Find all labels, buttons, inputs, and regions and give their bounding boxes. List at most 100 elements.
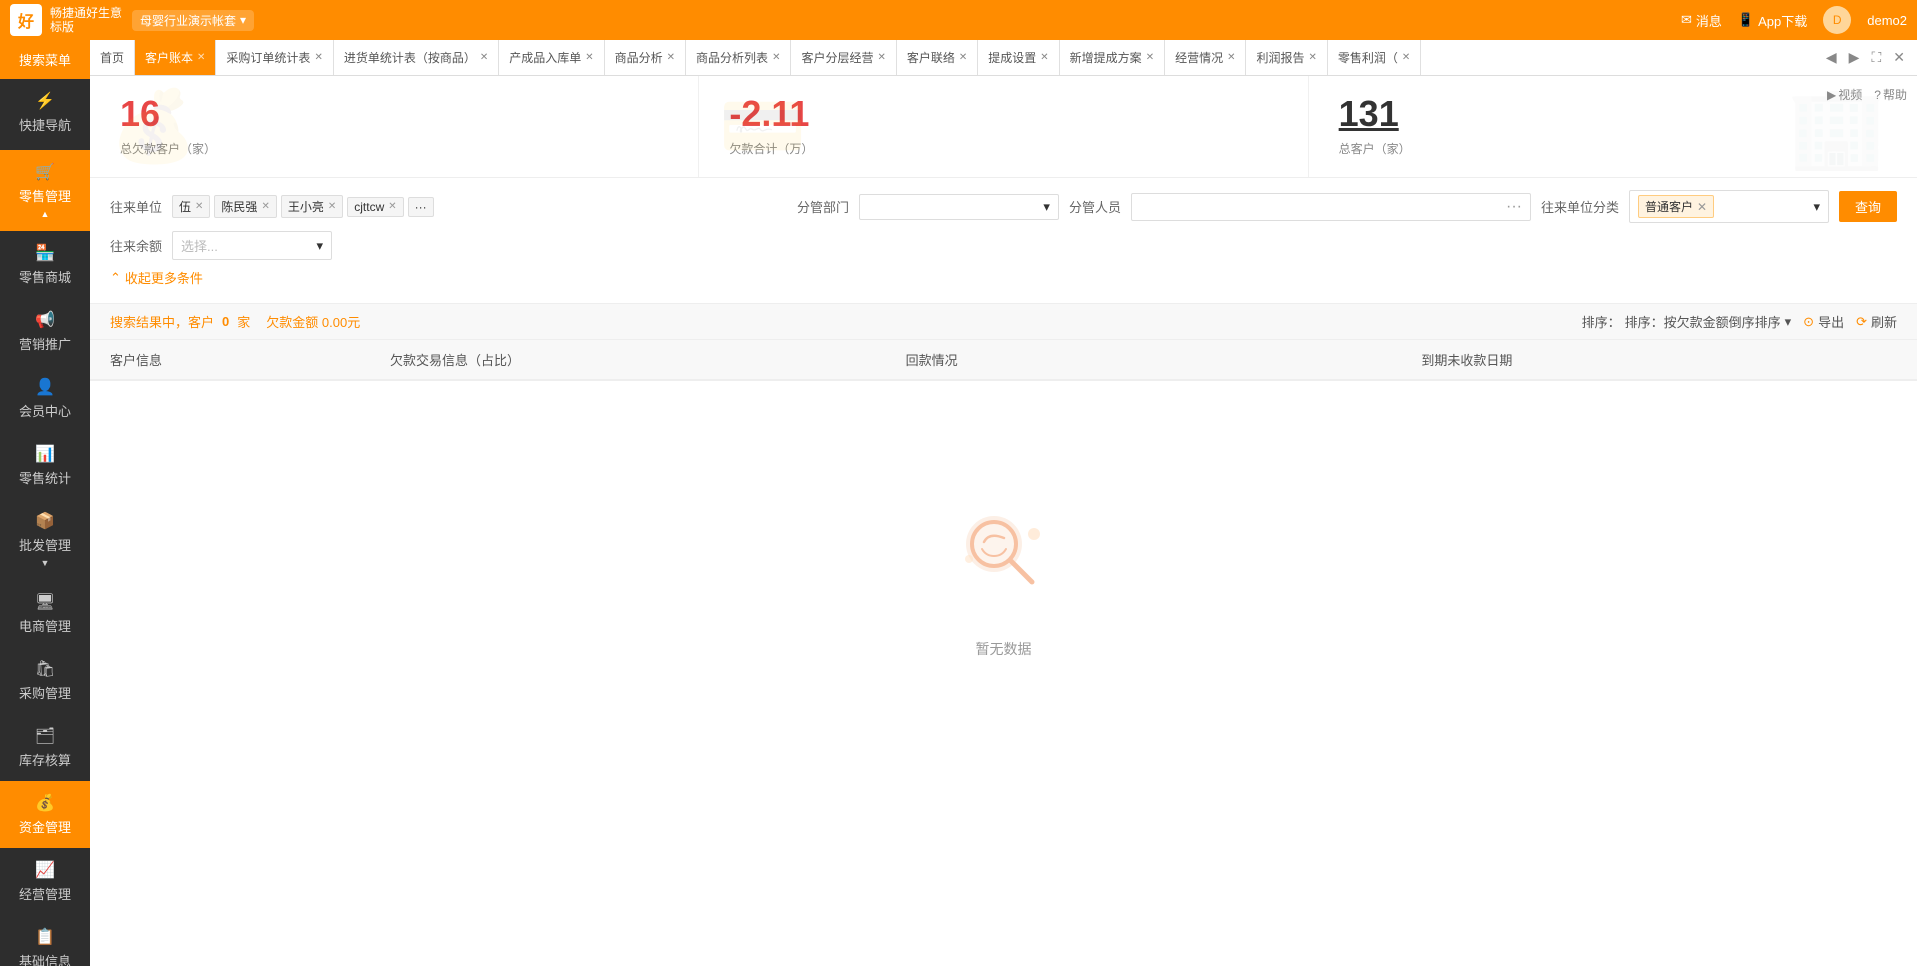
tab-purchase-stats[interactable]: 进货单统计表（按商品） ✕: [334, 40, 499, 75]
th-overdue-date: 到期未收款日期: [1401, 340, 1917, 379]
stat-card-debit-customers: 💰 16 总欠款客户（家）: [90, 76, 699, 177]
marketing-icon: 📢: [35, 310, 55, 330]
filter-tag-wu[interactable]: 伍 ✕: [172, 195, 210, 218]
tab-close-retail-profit[interactable]: ✕: [1402, 52, 1410, 63]
tab-close-product-analysis-list[interactable]: ✕: [772, 52, 780, 63]
chevron-down-icon: ▾: [240, 13, 246, 27]
export-button[interactable]: ⊙ 导出: [1803, 312, 1844, 331]
tab-raise-settings[interactable]: 提成设置 ✕: [978, 40, 1059, 75]
industry-selector[interactable]: 母婴行业演示帐套 ▾: [132, 10, 254, 31]
logo-area: 好 畅捷通好生意 标版: [10, 4, 122, 36]
export-icon: ⊙: [1803, 314, 1814, 330]
sidebar-item-wholesale[interactable]: 📦 批发管理 ▼: [0, 499, 90, 580]
tag-close-wu[interactable]: ✕: [195, 201, 203, 212]
category-tag-close[interactable]: ✕: [1697, 200, 1707, 214]
tab-close-raise-settings[interactable]: ✕: [1040, 52, 1048, 63]
tab-close-purchase-order[interactable]: ✕: [314, 52, 322, 63]
ecommerce-icon: 🖥: [35, 592, 55, 612]
balance-selector[interactable]: 选择... ▾: [172, 231, 332, 260]
tag-close-wang[interactable]: ✕: [328, 201, 336, 212]
sidebar-item-operation[interactable]: 📈 经营管理: [0, 848, 90, 915]
tab-close-profit-report[interactable]: ✕: [1309, 52, 1317, 63]
app-download-button[interactable]: 📱 App下载: [1738, 11, 1807, 30]
tag-close-chen[interactable]: ✕: [261, 201, 269, 212]
tab-expand[interactable]: ⛶: [1867, 47, 1885, 68]
collapse-button[interactable]: ⌃ 收起更多条件: [110, 268, 1897, 287]
tab-customer-account[interactable]: 客户账本 ✕: [135, 40, 216, 75]
tab-new-raise-plan[interactable]: 新增提成方案 ✕: [1060, 40, 1165, 75]
sidebar-item-basic-info[interactable]: 📋 基础信息: [0, 915, 90, 966]
tab-close-customer-account[interactable]: ✕: [197, 52, 205, 63]
empty-illustration: [954, 504, 1054, 623]
chevron-down-icon-category: ▾: [1813, 199, 1820, 215]
tab-product-analysis-list[interactable]: 商品分析列表 ✕: [686, 40, 791, 75]
tab-customer-contact[interactable]: 客户联络 ✕: [897, 40, 978, 75]
tab-close-customer-contact[interactable]: ✕: [959, 52, 967, 63]
sidebar-item-retail-mgmt[interactable]: 🛒 零售管理 ▲: [0, 150, 90, 231]
finance-icon: 💰: [35, 793, 55, 813]
help-link[interactable]: ? 帮助: [1874, 86, 1907, 103]
filter-tag-chen[interactable]: 陈民强 ✕: [214, 195, 276, 218]
results-info: 搜索结果中，客户 0 家 欠款金额 0.00元: [110, 312, 360, 331]
filter-tag-more[interactable]: ···: [408, 197, 434, 217]
stat-card-debit-total: 💳 -2.11 欠款合计（万）: [699, 76, 1308, 177]
table-header: 客户信息 欠款交易信息（占比） 回款情况 到期未收款日期: [90, 340, 1917, 381]
tab-product-analysis[interactable]: 商品分析 ✕: [605, 40, 686, 75]
empty-state: 暂无数据: [954, 444, 1054, 719]
query-button[interactable]: 查询: [1839, 191, 1897, 222]
filter-tags-unit: 伍 ✕ 陈民强 ✕ 王小亮 ✕: [172, 195, 787, 218]
stat-value-total-customers: 131: [1339, 96, 1399, 132]
tab-retail-profit[interactable]: 零售利润（ ✕: [1328, 40, 1421, 75]
filter-tag-wang[interactable]: 王小亮 ✕: [281, 195, 343, 218]
logo-icon: 好: [10, 4, 42, 36]
tab-product-entry[interactable]: 产成品入库单 ✕: [499, 40, 604, 75]
tab-close-product-analysis[interactable]: ✕: [667, 52, 675, 63]
person-dots[interactable]: ···: [1506, 198, 1522, 216]
tab-close-product-entry[interactable]: ✕: [585, 52, 593, 63]
sidebar-item-inventory[interactable]: 🗂 库存核算: [0, 714, 90, 781]
stat-label-total-customers: 总客户（家）: [1339, 140, 1411, 157]
sidebar-item-ecommerce[interactable]: 🖥 电商管理: [0, 580, 90, 647]
basic-info-icon: 📋: [35, 927, 55, 947]
sidebar-item-member-center[interactable]: 👤 会员中心: [0, 365, 90, 432]
sidebar-search[interactable]: 搜索菜单: [0, 40, 90, 79]
tab-operation-status[interactable]: 经营情况 ✕: [1165, 40, 1246, 75]
tab-profit-report[interactable]: 利润报告 ✕: [1246, 40, 1327, 75]
tab-close-purchase-stats[interactable]: ✕: [480, 52, 488, 63]
tab-home[interactable]: 首页: [90, 40, 135, 75]
filter-tag-cjttcw[interactable]: cjttcw ✕: [347, 197, 403, 217]
message-button[interactable]: ✉ 消息: [1681, 11, 1722, 30]
avatar[interactable]: D: [1823, 6, 1851, 34]
tab-close-new-raise-plan[interactable]: ✕: [1146, 52, 1154, 63]
dept-selector[interactable]: ▾: [859, 194, 1059, 220]
tab-nav-right[interactable]: ▶: [1845, 47, 1864, 68]
category-selector[interactable]: 普通客户 ✕ ▾: [1629, 190, 1829, 223]
tab-purchase-order[interactable]: 采购订单统计表 ✕: [216, 40, 333, 75]
sidebar-item-retail-stats[interactable]: 📊 零售统计: [0, 432, 90, 499]
mall-icon: 🏪: [35, 243, 55, 263]
tag-close-cjttcw[interactable]: ✕: [388, 201, 396, 212]
sidebar-item-purchase[interactable]: 🛍 采购管理: [0, 647, 90, 714]
quick-nav-icon: ⚡: [35, 91, 55, 111]
tab-customer-segment[interactable]: 客户分层经营 ✕: [791, 40, 896, 75]
inventory-icon: 🗂: [35, 726, 55, 746]
sidebar-item-marketing[interactable]: 📢 营销推广: [0, 298, 90, 365]
th-return-status: 回款情况: [886, 340, 1402, 379]
collapse-area: ⌃ 收起更多条件: [110, 268, 1897, 287]
sidebar-item-quick-nav[interactable]: ⚡ 快捷导航: [0, 79, 90, 146]
top-bar-right: ✉ 消息 📱 App下载 D demo2: [1681, 6, 1907, 34]
tab-close-customer-segment[interactable]: ✕: [877, 52, 885, 63]
tab-close-all[interactable]: ✕: [1889, 47, 1909, 68]
sidebar-item-retail-mall[interactable]: 🏪 零售商城: [0, 231, 90, 298]
category-tag-normal: 普通客户 ✕: [1638, 195, 1714, 218]
refresh-button[interactable]: ⟳ 刷新: [1856, 312, 1897, 331]
sidebar-item-finance[interactable]: 💰 资金管理: [0, 781, 90, 848]
person-input[interactable]: ···: [1131, 193, 1531, 221]
video-link[interactable]: ▶ 视频: [1827, 86, 1862, 103]
stat-card-total-customers: 🏢 ▶ 视频 ? 帮助 131 总客户（家）: [1309, 76, 1917, 177]
tab-close-operation-status[interactable]: ✕: [1227, 52, 1235, 63]
tab-nav-left[interactable]: ◀: [1822, 47, 1841, 68]
empty-text: 暂无数据: [976, 639, 1032, 659]
filter-row-2: 往来余额 选择... ▾: [110, 231, 1897, 260]
sort-selector[interactable]: 排序： 排序：按欠款金额倒序排序 ▾: [1582, 312, 1792, 331]
